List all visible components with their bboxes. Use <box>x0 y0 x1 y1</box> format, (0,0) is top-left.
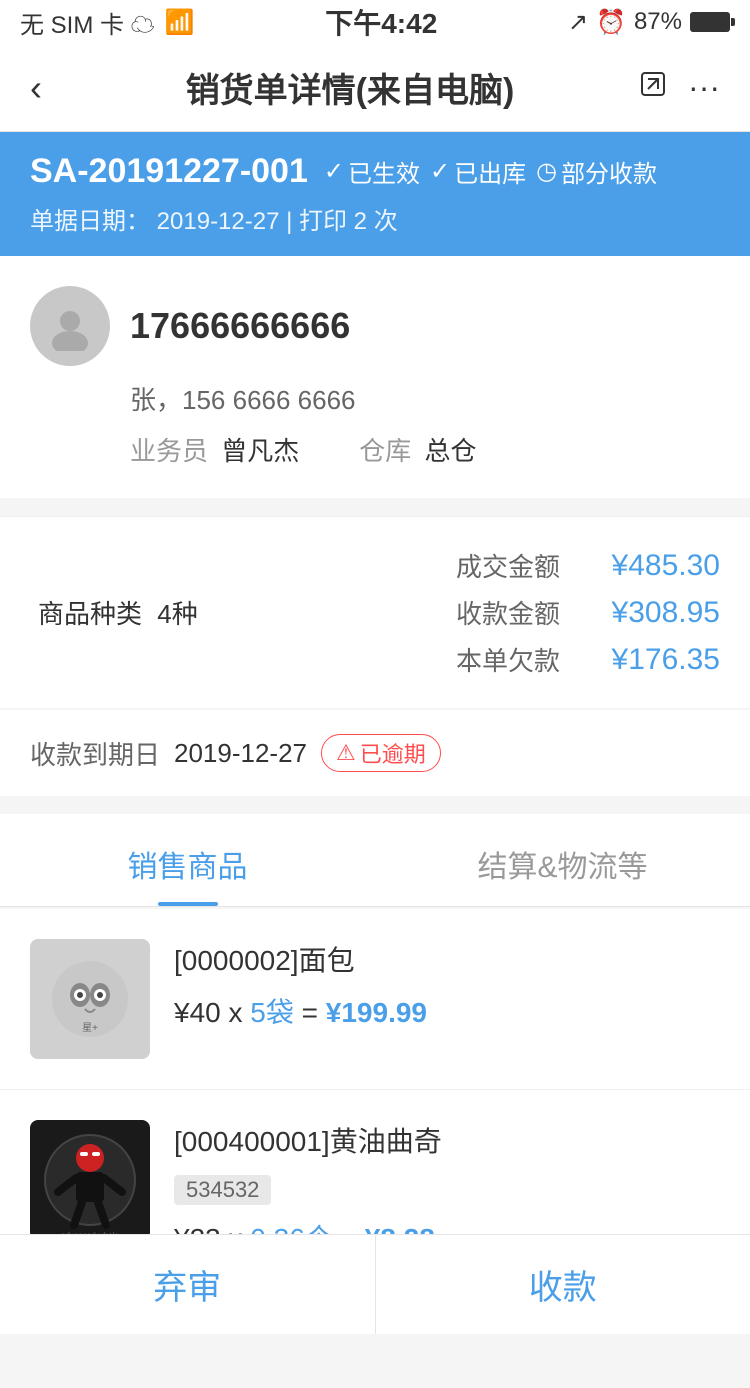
wifi-icon: 📶 <box>165 8 195 37</box>
status-badge-1: 已生效 <box>324 154 420 189</box>
customer-contact: 张，156 6666 6666 <box>30 380 720 417</box>
status-badge-3: 部分收款 <box>536 154 657 189</box>
cancel-button[interactable]: 弃审 <box>0 1235 376 1334</box>
amount-label: 成交金额 <box>456 547 560 584</box>
status-right: ↗ ⏰ 87% <box>568 8 730 37</box>
products-section: 星+ [0000002]面包 ¥40 x 5袋 = ¥199.99 <box>0 909 750 1288</box>
category-count: 4种 <box>157 599 197 629</box>
svg-text:星+: 星+ <box>82 1022 98 1034</box>
battery-label: 87% <box>634 8 682 36</box>
status-time: 下午4:42 <box>325 2 437 42</box>
due-section: 收款到期日 2019-12-27 已逾期 <box>0 710 750 796</box>
tab-sales-products[interactable]: 销售商品 <box>0 814 375 906</box>
status-left: 无 SIM 卡 ☁ 📶 <box>20 5 195 40</box>
nav-bar: ‹ 销货单详情(来自电脑) ··· <box>0 44 750 132</box>
share-icon[interactable] <box>638 69 668 107</box>
product-thumbnail-2: advanced whale <box>30 1120 150 1240</box>
sales-label: 业务员 <box>130 436 208 466</box>
debt-label: 本单欠款 <box>456 641 560 678</box>
product-tag-2: 534532 <box>174 1175 271 1205</box>
due-date: 2019-12-27 <box>174 738 307 769</box>
separator-1 <box>0 500 750 516</box>
tabs-section: 销售商品 结算&物流等 <box>0 814 750 907</box>
order-date: 2019-12-27 <box>157 208 280 235</box>
alarm-icon: ⏰ <box>596 8 626 37</box>
product-name-1: [0000002]面包 <box>174 939 720 979</box>
customer-detail: 业务员 曾凡杰 仓库 总仓 <box>30 431 720 468</box>
product-name-2: [000400001]黄油曲奇 <box>174 1120 720 1160</box>
product-price-1: ¥40 x 5袋 = ¥199.99 <box>174 991 720 1031</box>
order-header: SA-20191227-001 已生效 已出库 部分收款 单据日期： 2019-… <box>0 132 750 256</box>
back-button[interactable]: ‹ <box>30 67 42 109</box>
more-icon[interactable]: ··· <box>688 69 720 106</box>
product-thumbnail-1: 星+ <box>30 939 150 1059</box>
debt-value: ¥176.35 <box>580 643 720 677</box>
bottom-bar: 弃审 收款 <box>0 1234 750 1334</box>
warehouse-label: 仓库 <box>359 436 411 466</box>
list-item: 星+ [0000002]面包 ¥40 x 5袋 = ¥199.99 <box>0 909 750 1090</box>
product-info-1: [0000002]面包 ¥40 x 5袋 = ¥199.99 <box>174 939 720 1031</box>
customer-avatar <box>30 286 110 366</box>
status-badge-2: 已出库 <box>430 154 526 189</box>
received-label: 收款金额 <box>456 594 560 631</box>
sim-label: 无 SIM 卡 ☁ <box>20 5 155 40</box>
location-icon: ↗ <box>568 8 588 37</box>
sales-value: 曾凡杰 <box>221 436 299 466</box>
battery-icon <box>690 12 730 32</box>
customer-name: 17666666666 <box>130 305 350 347</box>
tab-settlement[interactable]: 结算&物流等 <box>375 814 750 906</box>
status-badges: 已生效 已出库 部分收款 <box>324 154 657 189</box>
due-label: 收款到期日 <box>30 735 160 772</box>
order-id: SA-20191227-001 <box>30 152 308 191</box>
nav-actions: ··· <box>638 69 720 107</box>
customer-section: 17666666666 张，156 6666 6666 业务员 曾凡杰 仓库 总… <box>0 256 750 498</box>
amount-value: ¥485.30 <box>580 549 720 583</box>
overdue-badge: 已逾期 <box>321 734 441 772</box>
stats-section: 商品种类 4种 成交金额 ¥485.30 收款金额 ¥308.95 本单欠款 ¥… <box>0 516 750 708</box>
page-title: 销货单详情(来自电脑) <box>62 63 638 112</box>
category-label: 商品种类 <box>38 599 142 629</box>
order-meta: 单据日期： 2019-12-27 | 打印 2 次 <box>30 201 720 236</box>
order-date-label: 单据日期： <box>30 208 150 235</box>
warehouse-value: 总仓 <box>425 436 477 466</box>
separator-2 <box>0 798 750 814</box>
order-print: | 打印 2 次 <box>286 208 398 235</box>
confirm-button[interactable]: 收款 <box>376 1235 750 1334</box>
status-bar: 无 SIM 卡 ☁ 📶 下午4:42 ↗ ⏰ 87% <box>0 0 750 44</box>
received-value: ¥308.95 <box>580 596 720 630</box>
